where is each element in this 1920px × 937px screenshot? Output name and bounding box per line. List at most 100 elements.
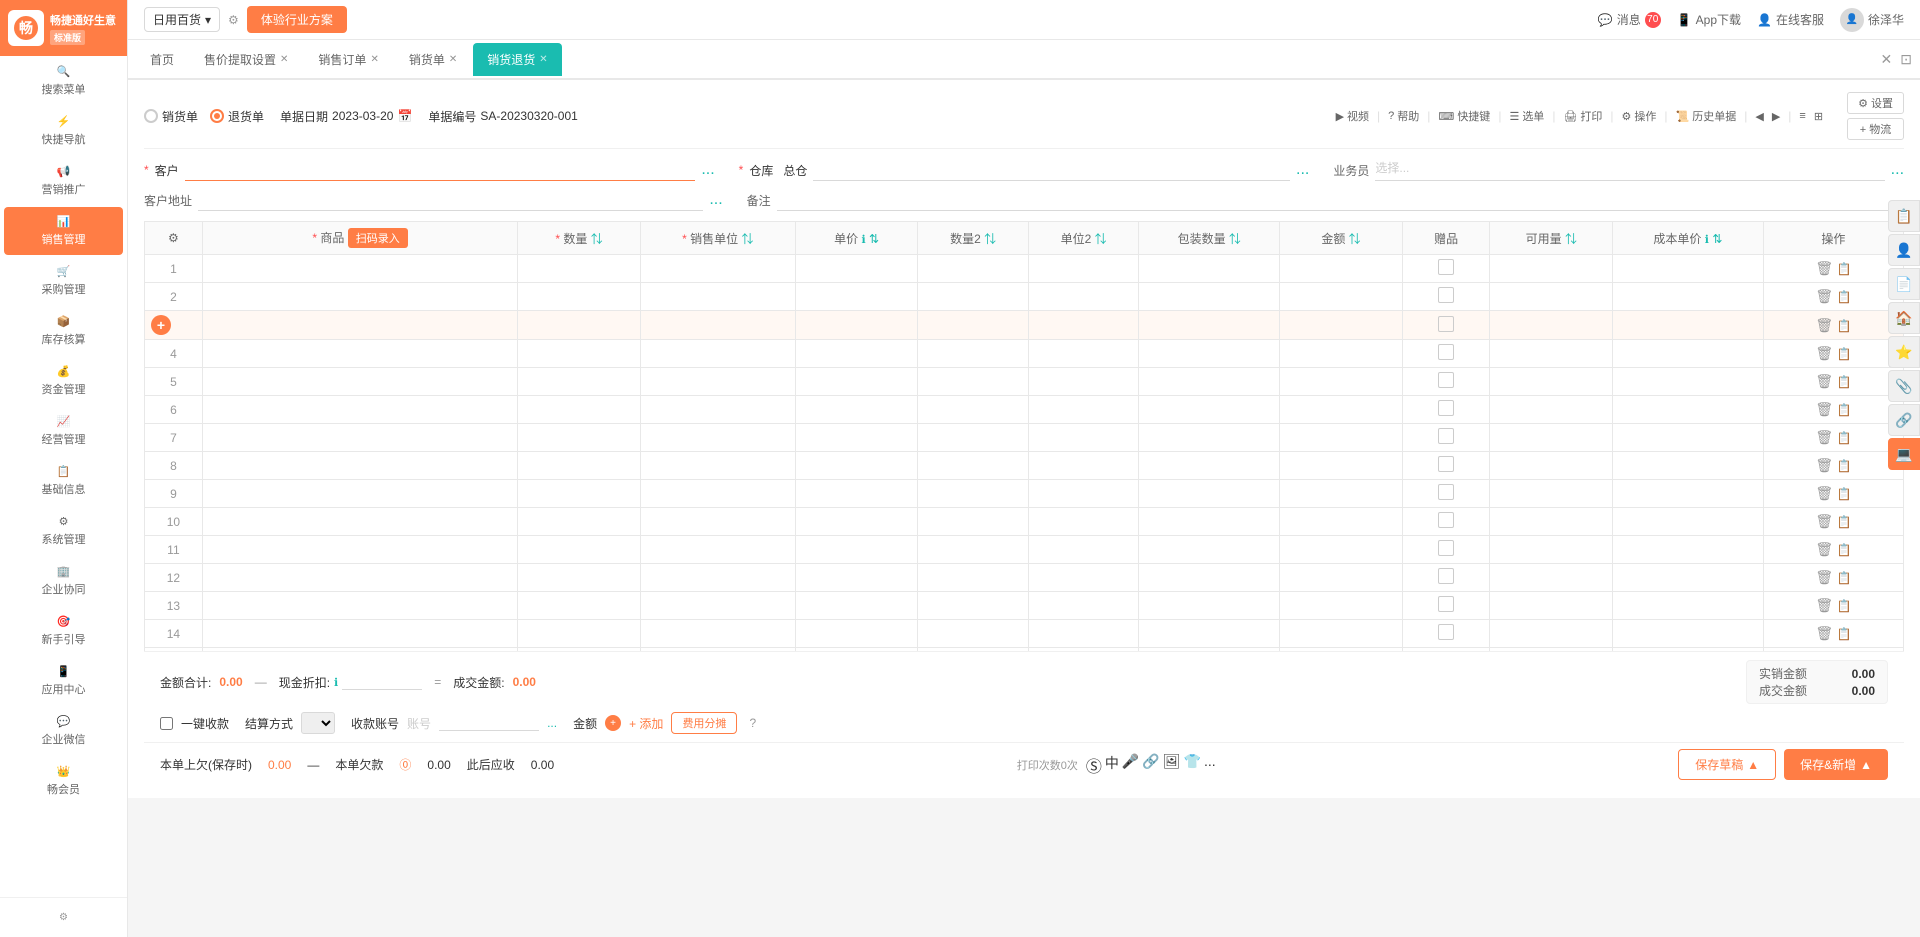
gift-checkbox[interactable] bbox=[1438, 316, 1454, 332]
save-new-btn[interactable]: 保存&新增 ▲ bbox=[1784, 749, 1888, 780]
sidebar-item-system[interactable]: ⚙ 系统管理 bbox=[4, 507, 123, 555]
sidebar-item-basic[interactable]: 📋 基础信息 bbox=[4, 457, 123, 505]
tab-sales-order[interactable]: 销售订单 ✕ bbox=[304, 43, 392, 76]
radio-sales[interactable]: 销货单 bbox=[144, 108, 198, 125]
row-cell-pack-qty[interactable] bbox=[1139, 340, 1280, 368]
row-cell-available[interactable] bbox=[1490, 424, 1613, 452]
row-cell-cost-price[interactable] bbox=[1613, 368, 1764, 396]
row-cell-cost-price[interactable] bbox=[1613, 311, 1764, 340]
online-service-btn[interactable]: 👤 在线客服 bbox=[1757, 11, 1824, 28]
gift-checkbox[interactable] bbox=[1438, 596, 1454, 612]
gift-checkbox[interactable] bbox=[1438, 456, 1454, 472]
row-cell-quantity[interactable] bbox=[518, 452, 641, 480]
gift-checkbox[interactable] bbox=[1438, 400, 1454, 416]
row-cell-unit[interactable] bbox=[640, 592, 795, 620]
row-cell-amount[interactable] bbox=[1280, 368, 1403, 396]
discount-info-icon[interactable]: ℹ bbox=[334, 676, 338, 689]
right-panel-btn-4[interactable]: 🏠 bbox=[1888, 302, 1920, 334]
row-cell-quantity2[interactable] bbox=[918, 340, 1028, 368]
row-copy-icon[interactable]: 📋 bbox=[1836, 403, 1851, 417]
row-cell-quantity2[interactable] bbox=[918, 311, 1028, 340]
row-cell-available[interactable] bbox=[1490, 255, 1613, 283]
sort-quantity-icon[interactable]: ⇅ bbox=[591, 232, 603, 246]
row-cell-unit2[interactable] bbox=[1028, 255, 1138, 283]
sidebar-item-purchase[interactable]: 🛒 采购管理 bbox=[4, 257, 123, 305]
row-cell-unit[interactable] bbox=[640, 340, 795, 368]
row-cell-gift[interactable] bbox=[1402, 592, 1490, 620]
gift-checkbox[interactable] bbox=[1438, 372, 1454, 388]
row-cell-amount[interactable] bbox=[1280, 508, 1403, 536]
gift-checkbox[interactable] bbox=[1438, 624, 1454, 640]
sidebar-item-inventory[interactable]: 📦 库存核算 bbox=[4, 307, 123, 355]
row-delete-icon[interactable]: 🗑 bbox=[1815, 541, 1833, 557]
gift-checkbox[interactable] bbox=[1438, 484, 1454, 500]
row-cell-pack-qty[interactable] bbox=[1139, 480, 1280, 508]
row-cell-product[interactable] bbox=[202, 452, 517, 480]
row-cell-unit[interactable] bbox=[640, 536, 795, 564]
sort-price-icon[interactable]: ⇅ bbox=[869, 232, 879, 246]
row-cell-pack-qty[interactable] bbox=[1139, 424, 1280, 452]
row-cell-available[interactable] bbox=[1490, 564, 1613, 592]
row-copy-icon[interactable]: 📋 bbox=[1836, 487, 1851, 501]
toolbar-help[interactable]: ? 帮助 bbox=[1388, 108, 1419, 124]
row-delete-icon[interactable]: 🗑 bbox=[1815, 569, 1833, 585]
row-cell-unit[interactable] bbox=[640, 255, 795, 283]
sidebar-item-marketing[interactable]: 📢 营销推广 bbox=[4, 157, 123, 205]
sidebar-item-finance[interactable]: 💰 资金管理 bbox=[4, 357, 123, 405]
row-cell-pack-qty[interactable] bbox=[1139, 592, 1280, 620]
toolbar-prev[interactable]: ◀ bbox=[1755, 110, 1763, 123]
sidebar-item-sales[interactable]: 📊 销售管理 bbox=[4, 207, 123, 255]
toolbar-operate[interactable]: ⚙ 操作 bbox=[1622, 108, 1657, 124]
row-delete-icon[interactable]: 🗑 bbox=[1815, 485, 1833, 501]
remark-input[interactable] bbox=[777, 189, 1904, 211]
row-cell-quantity2[interactable] bbox=[918, 255, 1028, 283]
payment-method-select[interactable] bbox=[301, 712, 335, 734]
row-cell-quantity[interactable] bbox=[518, 536, 641, 564]
row-delete-icon[interactable]: 🗑 bbox=[1815, 288, 1833, 304]
row-cell-cost-price[interactable] bbox=[1613, 452, 1764, 480]
row-copy-icon[interactable]: 📋 bbox=[1836, 319, 1851, 333]
row-cell-available[interactable] bbox=[1490, 396, 1613, 424]
gift-checkbox[interactable] bbox=[1438, 568, 1454, 584]
gift-checkbox[interactable] bbox=[1438, 540, 1454, 556]
row-cell-amount[interactable] bbox=[1280, 536, 1403, 564]
sort-pack-icon[interactable]: ⇅ bbox=[1229, 232, 1241, 246]
sidebar-item-wechat[interactable]: 💬 企业微信 bbox=[4, 707, 123, 755]
row-cell-unit2[interactable] bbox=[1028, 536, 1138, 564]
row-cell-product[interactable] bbox=[202, 592, 517, 620]
sidebar-item-member[interactable]: 👑 畅会员 bbox=[4, 757, 123, 805]
tab-close-sales-return[interactable]: ✕ bbox=[539, 54, 547, 65]
row-copy-icon[interactable]: 📋 bbox=[1836, 262, 1851, 276]
discount-input[interactable] bbox=[342, 675, 422, 690]
tab-sales-return[interactable]: 销货退货 ✕ bbox=[473, 43, 561, 76]
row-cell-unit2[interactable] bbox=[1028, 368, 1138, 396]
row-cell-cost-price[interactable] bbox=[1613, 340, 1764, 368]
row-cell-product[interactable] bbox=[202, 424, 517, 452]
row-copy-icon[interactable]: 📋 bbox=[1836, 290, 1851, 304]
row-cell-available[interactable] bbox=[1490, 508, 1613, 536]
row-copy-icon[interactable]: 📋 bbox=[1836, 599, 1851, 613]
sort-amount-icon[interactable]: ⇅ bbox=[1349, 232, 1361, 246]
settings-icon[interactable]: ⚙ bbox=[228, 13, 239, 27]
row-delete-icon[interactable]: 🗑 bbox=[1815, 597, 1833, 613]
user-menu[interactable]: 👤 徐泽华 bbox=[1840, 8, 1904, 32]
row-cell-gift[interactable] bbox=[1402, 396, 1490, 424]
row-cell-quantity2[interactable] bbox=[918, 368, 1028, 396]
row-delete-icon[interactable]: 🗑 bbox=[1815, 373, 1833, 389]
sidebar-item-app-center[interactable]: 📱 应用中心 bbox=[4, 657, 123, 705]
row-cell-quantity[interactable] bbox=[518, 255, 641, 283]
calendar-icon[interactable]: 📅 bbox=[397, 109, 412, 123]
row-cell-amount[interactable] bbox=[1280, 340, 1403, 368]
row-cell-price[interactable] bbox=[795, 283, 918, 311]
row-cell-gift[interactable] bbox=[1402, 536, 1490, 564]
warehouse-input[interactable] bbox=[813, 159, 1290, 181]
row-cell-quantity2[interactable] bbox=[918, 396, 1028, 424]
settings-btn[interactable]: ⚙ 设置 bbox=[1847, 92, 1904, 114]
toolbar-shortcut[interactable]: ⌨ 快捷键 bbox=[1438, 108, 1490, 124]
row-cell-unit2[interactable] bbox=[1028, 311, 1138, 340]
fee-info-icon[interactable]: ? bbox=[749, 716, 756, 730]
row-cell-quantity2[interactable] bbox=[918, 536, 1028, 564]
toolbar-view2[interactable]: ⊞ bbox=[1814, 110, 1823, 123]
row-cell-product[interactable] bbox=[202, 564, 517, 592]
row-cell-unit[interactable] bbox=[640, 283, 795, 311]
